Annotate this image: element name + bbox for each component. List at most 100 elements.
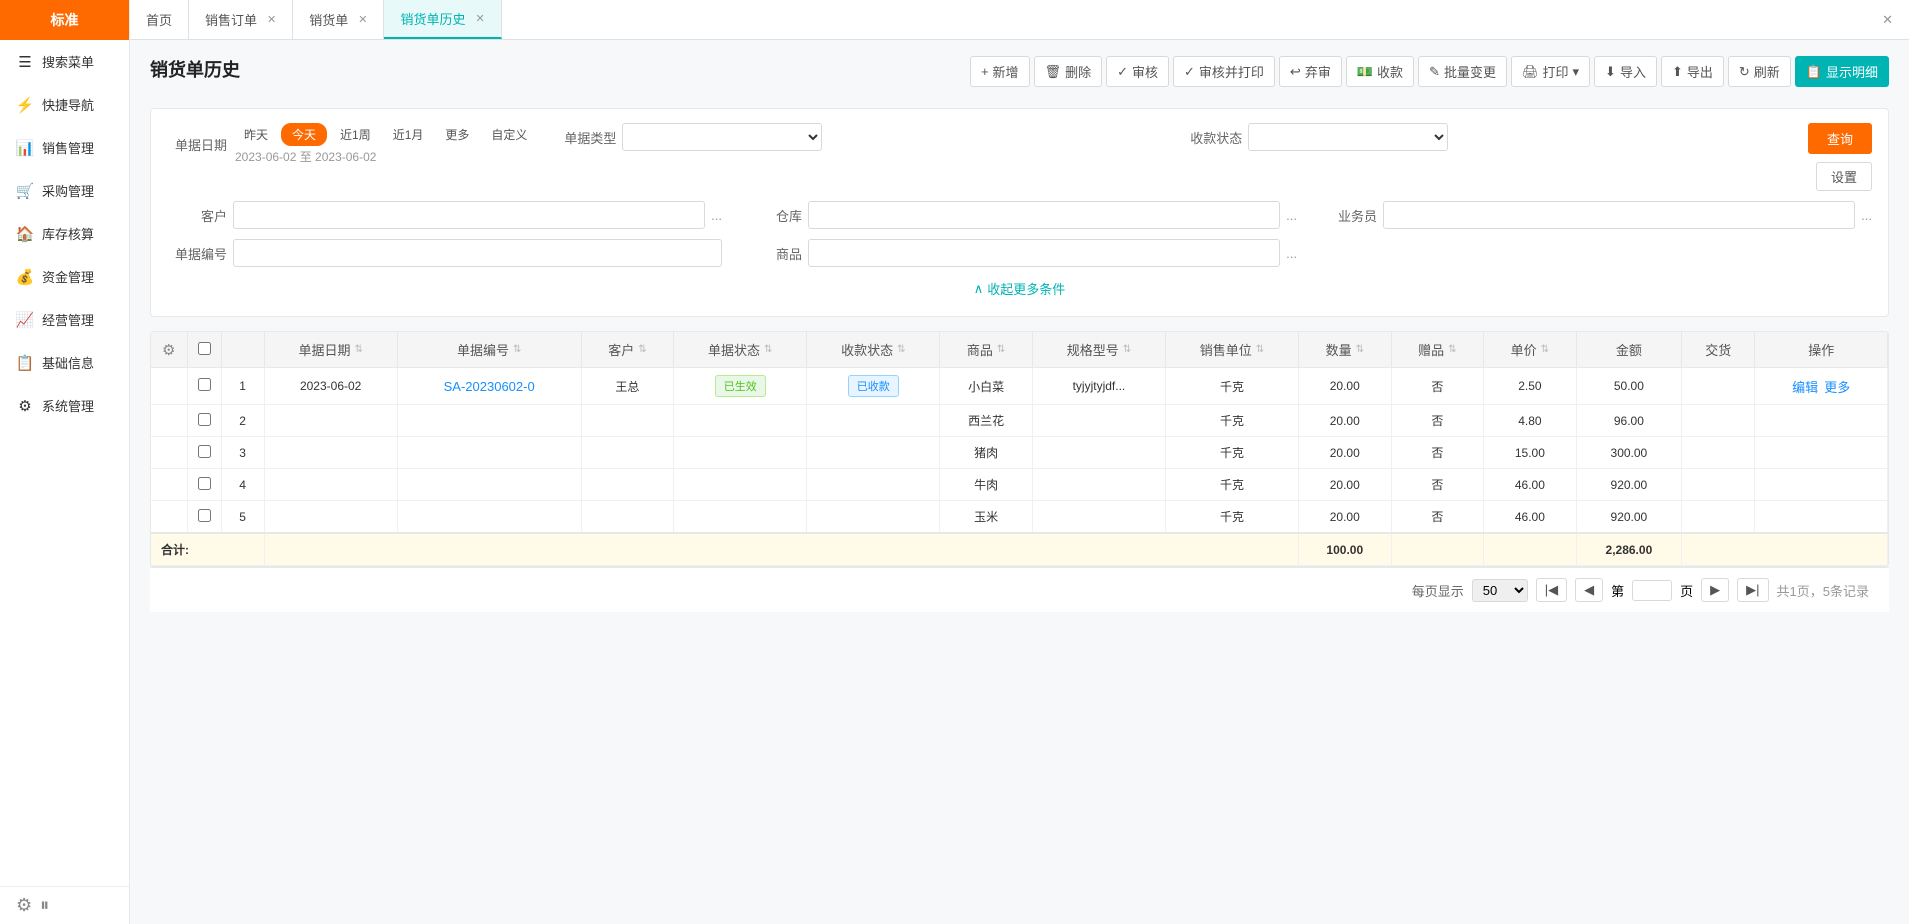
goods-dots[interactable]: ... <box>1286 246 1297 261</box>
edit-link[interactable]: 编辑 <box>1792 380 1818 395</box>
select-all-checkbox[interactable] <box>198 342 211 355</box>
page-title: 销货单历史 <box>150 56 240 82</box>
review-button[interactable]: ✓ 审核 <box>1106 56 1169 87</box>
cell-row-num: 2 <box>221 405 264 437</box>
customer-input[interactable] <box>233 201 705 229</box>
settings-bottom-icon[interactable]: ⚙ <box>16 895 32 916</box>
col-spec-type[interactable]: 规格型号 ⇅ <box>1032 332 1165 368</box>
sidebar-item-sys-mgmt[interactable]: ⚙ 系统管理 <box>0 384 129 427</box>
pause-icon[interactable]: ⏸ <box>40 895 49 916</box>
sidebar-item-basic-info[interactable]: 📋 基础信息 <box>0 341 129 384</box>
purchase-mgmt-icon: 🛒 <box>16 182 34 200</box>
customer-dots[interactable]: ... <box>711 208 722 223</box>
collapse-button[interactable]: ∧ 收起更多条件 <box>167 275 1872 302</box>
batch-change-button[interactable]: ✎ 批量变更 <box>1418 56 1507 87</box>
staff-input[interactable] <box>1383 201 1855 229</box>
row-checkbox[interactable] <box>198 378 211 391</box>
row-checkbox[interactable] <box>198 445 211 458</box>
sidebar-item-ops-mgmt[interactable]: 📈 经营管理 <box>0 298 129 341</box>
sidebar-item-sales-mgmt[interactable]: 📊 销售管理 <box>0 126 129 169</box>
col-gift-label: 赠品 <box>1418 340 1444 359</box>
doc-type-select[interactable] <box>622 123 822 151</box>
cell-doc-no <box>397 405 581 437</box>
col-gift[interactable]: 赠品 ⇅ <box>1391 332 1484 368</box>
col-customer[interactable]: 客户 ⇅ <box>581 332 674 368</box>
tab-bar-close-all[interactable]: ✕ <box>1866 12 1909 28</box>
col-goods[interactable]: 商品 ⇅ <box>940 332 1033 368</box>
tab-sales-history[interactable]: 销货单历史 ✕ <box>384 0 501 39</box>
show-detail-button[interactable]: 📋 显示明细 <box>1795 56 1889 87</box>
col-collect-status[interactable]: 收款状态 ⇅ <box>807 332 940 368</box>
row-checkbox[interactable] <box>198 509 211 522</box>
col-action: 操作 <box>1755 332 1888 368</box>
abandon-button[interactable]: ↩ 弃审 <box>1279 56 1342 87</box>
sidebar-item-inventory[interactable]: 🏠 库存核算 <box>0 212 129 255</box>
cell-settings <box>151 437 187 469</box>
cell-unit-price: 2.50 <box>1484 368 1577 405</box>
cell-gift: 否 <box>1391 368 1484 405</box>
goods-input[interactable] <box>808 239 1280 267</box>
cell-goods: 猪肉 <box>940 437 1033 469</box>
date-btn-today[interactable]: 今天 <box>281 123 327 146</box>
col-spec-type-label: 规格型号 <box>1067 340 1119 359</box>
add-button[interactable]: + 新增 <box>970 56 1030 87</box>
page-first-button[interactable]: |◀ <box>1536 578 1567 602</box>
cell-doc-no <box>397 501 581 534</box>
date-btn-yesterday[interactable]: 昨天 <box>235 123 277 146</box>
col-unit-price[interactable]: 单价 ⇅ <box>1484 332 1577 368</box>
tab-sales-history-label: 销货单历史 <box>400 9 465 28</box>
tab-sales-delivery-close[interactable]: ✕ <box>358 13 367 26</box>
export-button[interactable]: ⬆ 导出 <box>1661 56 1724 87</box>
collect-button[interactable]: 💵 收款 <box>1346 56 1414 87</box>
cell-doc-date <box>264 469 397 501</box>
page-input[interactable]: 1 <box>1632 580 1672 601</box>
col-doc-no-label: 单据编号 <box>457 340 509 359</box>
date-btn-last7[interactable]: 近1周 <box>331 123 380 146</box>
query-button[interactable]: 查询 <box>1808 123 1872 154</box>
col-sales-unit[interactable]: 销售单位 ⇅ <box>1165 332 1298 368</box>
page-last-button[interactable]: ▶| <box>1737 578 1768 602</box>
page-size-select[interactable]: 20 50 100 <box>1472 579 1528 602</box>
cell-collect-status <box>807 469 940 501</box>
collect-status-select[interactable] <box>1248 123 1448 151</box>
more-link[interactable]: 更多 <box>1824 380 1850 395</box>
footer-total-amount: 2,286.00 <box>1576 533 1682 566</box>
date-btn-custom[interactable]: 自定义 <box>482 123 536 146</box>
col-doc-status[interactable]: 单据状态 ⇅ <box>674 332 807 368</box>
delete-button[interactable]: 🗑 删除 <box>1034 56 1103 87</box>
date-btn-last-month[interactable]: 近1月 <box>384 123 433 146</box>
table-settings-icon[interactable]: ⚙ <box>162 342 175 359</box>
tab-sales-delivery[interactable]: 销货单 ✕ <box>293 0 384 39</box>
cell-spec-type <box>1032 501 1165 534</box>
tab-sales-history-close[interactable]: ✕ <box>476 12 485 25</box>
cell-quantity: 20.00 <box>1299 405 1392 437</box>
col-doc-date[interactable]: 单据日期 ⇅ <box>264 332 397 368</box>
staff-dots[interactable]: ... <box>1861 208 1872 223</box>
print-button[interactable]: 🖨 打印 ▾ <box>1511 56 1590 87</box>
page-next-button[interactable]: ▶ <box>1701 578 1729 602</box>
col-quantity[interactable]: 数量 ⇅ <box>1299 332 1392 368</box>
warehouse-input[interactable] <box>808 201 1280 229</box>
collect-status-badge: 已收款 <box>848 375 899 397</box>
tab-sales-order[interactable]: 销售订单 ✕ <box>189 0 293 39</box>
sidebar-item-finance-mgmt[interactable]: 💰 资金管理 <box>0 255 129 298</box>
import-button[interactable]: ⬇ 导入 <box>1594 56 1657 87</box>
doc-no-input[interactable] <box>233 239 722 267</box>
sidebar-item-quick-nav[interactable]: ⚡ 快捷导航 <box>0 83 129 126</box>
tab-home[interactable]: 首页 <box>130 0 189 39</box>
date-btn-more[interactable]: 更多 <box>436 123 478 146</box>
set-button[interactable]: 设置 <box>1816 162 1872 191</box>
refresh-button[interactable]: ↻ 刷新 <box>1728 56 1791 87</box>
col-doc-no[interactable]: 单据编号 ⇅ <box>397 332 581 368</box>
cell-checkbox <box>187 437 221 469</box>
cell-settings <box>151 405 187 437</box>
page-prev-button[interactable]: ◀ <box>1575 578 1603 602</box>
tab-sales-order-close[interactable]: ✕ <box>267 13 276 26</box>
row-checkbox[interactable] <box>198 413 211 426</box>
warehouse-dots[interactable]: ... <box>1286 208 1297 223</box>
review-print-button[interactable]: ✓ 审核并打印 <box>1173 56 1275 87</box>
doc-no-link[interactable]: SA-20230602-0 <box>444 379 535 394</box>
sidebar-item-purchase-mgmt[interactable]: 🛒 采购管理 <box>0 169 129 212</box>
sidebar-item-search-menu[interactable]: ☰ 搜索菜单 <box>0 40 129 83</box>
row-checkbox[interactable] <box>198 477 211 490</box>
